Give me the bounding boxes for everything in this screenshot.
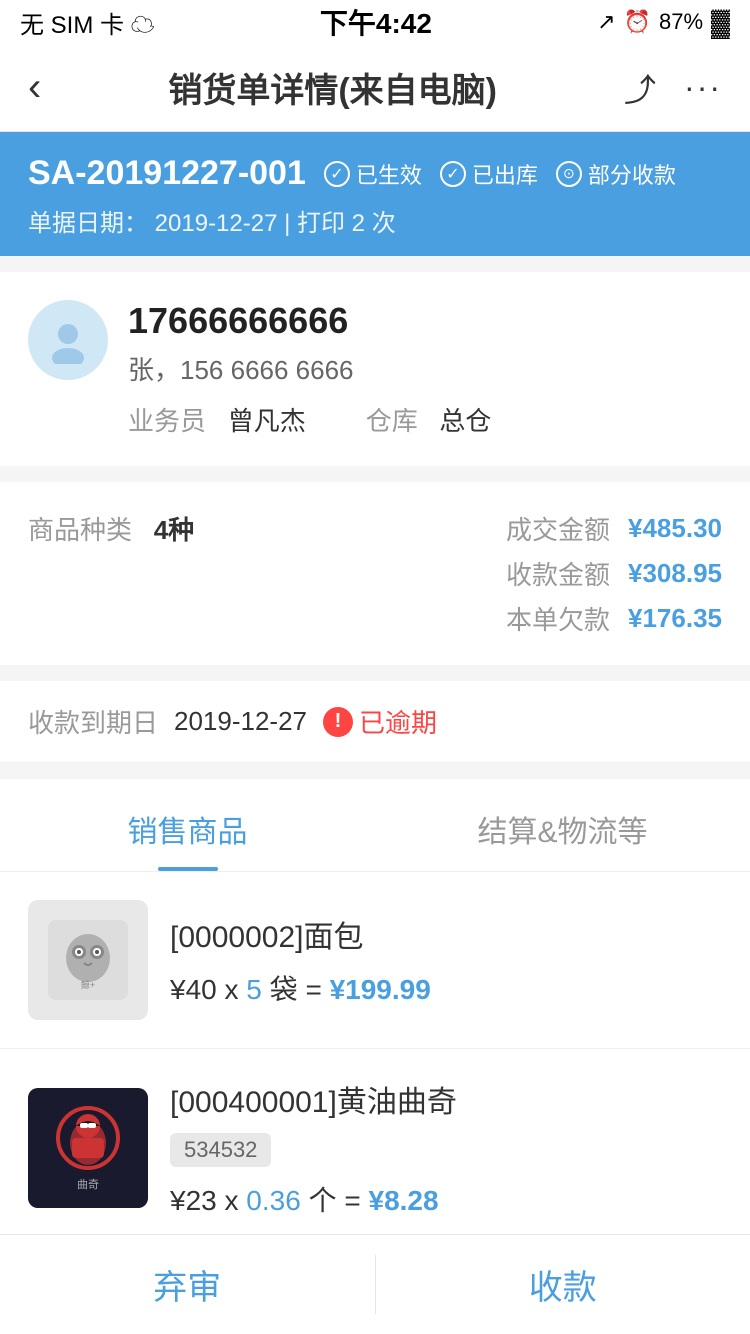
- badge-shipped: ✓ 已出库: [440, 158, 538, 190]
- nav-bar: ‹ 销货单详情(来自电脑) ⤴ ···: [0, 44, 750, 132]
- warehouse-info: 仓库 总仓: [366, 401, 492, 438]
- badge-partial-label: 部分收款: [588, 158, 676, 190]
- battery-text: 87%: [659, 9, 703, 35]
- check-icon-1: ✓: [324, 161, 350, 187]
- product-item-1: 鲸+ [0000002]面包 ¥40 x 5 袋 = ¥199.99: [0, 872, 750, 1049]
- status-time: 下午4:42: [320, 2, 432, 42]
- order-id: SA-20191227-001: [28, 154, 306, 193]
- location-icon: ↗: [597, 9, 615, 35]
- badge-effective: ✓ 已生效: [324, 158, 422, 190]
- salesperson-info: 业务员 曾凡杰: [128, 401, 306, 438]
- warehouse-label: 仓库: [366, 406, 418, 436]
- type-count: 4种: [154, 515, 194, 545]
- tab-sales-products[interactable]: 销售商品: [0, 779, 375, 871]
- product-qty-2: 0.36: [246, 1185, 301, 1216]
- product-info-1: [0000002]面包 ¥40 x 5 袋 = ¥199.99: [170, 912, 722, 1008]
- due-section: 收款到期日 2019-12-27 ! 已逾期: [0, 681, 750, 763]
- product-name-1: [0000002]面包: [170, 912, 722, 956]
- cancel-review-button[interactable]: 弃审: [0, 1235, 375, 1334]
- type-label: 商品种类: [28, 515, 132, 545]
- overdue-text: 已逾期: [359, 703, 437, 740]
- share-icon[interactable]: ⤴: [624, 65, 656, 111]
- badge-shipped-label: 已出库: [472, 158, 538, 190]
- collect-payment-button[interactable]: 收款: [376, 1235, 750, 1334]
- debt-amount-row: 本单欠款 ¥176.35: [506, 600, 722, 637]
- product-batch-2: 534532: [170, 1133, 271, 1167]
- nav-right-actions: ⤴ ···: [624, 65, 722, 111]
- check-icon-2: ✓: [440, 161, 466, 187]
- product-image-1: 鲸+: [48, 920, 128, 1000]
- salesperson-label: 业务员: [128, 406, 206, 436]
- back-button[interactable]: ‹: [28, 65, 41, 110]
- product-unit-price-2: ¥23: [170, 1185, 217, 1216]
- bottom-action-bar: 弃审 收款: [0, 1234, 750, 1334]
- tab-settle-label: 结算&物流等: [477, 816, 647, 849]
- cancel-review-label: 弃审: [153, 1260, 221, 1309]
- svg-text:曲奇: 曲奇: [77, 1178, 99, 1191]
- battery-icon: ▓: [711, 7, 730, 38]
- tab-sales-label: 销售商品: [128, 816, 248, 849]
- deal-amount-value: ¥485.30: [628, 513, 722, 544]
- product-total-1: ¥199.99: [330, 974, 431, 1005]
- product-info-2: [000400001]黄油曲奇 534532 ¥23 x 0.36 个 = ¥8…: [170, 1077, 722, 1219]
- tab-settle-logistics[interactable]: 结算&物流等: [375, 779, 750, 871]
- product-price-1: ¥40 x 5 袋 = ¥199.99: [170, 968, 722, 1008]
- order-date-row: 单据日期： 2019-12-27 | 打印 2 次: [28, 203, 722, 238]
- tabs-row: 销售商品 结算&物流等: [0, 779, 750, 872]
- clock-icon: ⊙: [556, 161, 582, 187]
- order-banner: SA-20191227-001 ✓ 已生效 ✓ 已出库 ⊙ 部分收款 单据日期：…: [0, 132, 750, 256]
- product-thumb-2: 曲奇: [28, 1088, 148, 1208]
- collect-payment-label: 收款: [529, 1260, 597, 1309]
- due-date-value: 2019-12-27: [174, 706, 307, 737]
- product-unit-2: 个: [309, 1185, 337, 1216]
- warehouse-value: 总仓: [439, 406, 491, 436]
- status-bar: 无 SIM 卡 ☁ 下午4:42 ↗ ⏰ 87% ▓: [0, 0, 750, 44]
- product-type-count: 商品种类 4种: [28, 510, 194, 547]
- badge-effective-label: 已生效: [356, 158, 422, 190]
- received-amount-row: 收款金额 ¥308.95: [506, 555, 722, 592]
- status-right: ↗ ⏰ 87% ▓: [597, 7, 730, 38]
- badge-partial: ⊙ 部分收款: [556, 158, 676, 190]
- customer-phone: 17666666666: [128, 300, 722, 342]
- status-left: 无 SIM 卡 ☁: [20, 5, 155, 40]
- product-list: 鲸+ [0000002]面包 ¥40 x 5 袋 = ¥199.99: [0, 872, 750, 1248]
- product-total-2: ¥8.28: [369, 1185, 439, 1216]
- product-name-2: [000400001]黄油曲奇: [170, 1077, 722, 1121]
- received-label: 收款金额: [506, 555, 610, 592]
- print-info: | 打印 2 次: [284, 210, 396, 237]
- product-image-2: 曲奇: [28, 1088, 148, 1208]
- product-unit-price-1: ¥40: [170, 974, 217, 1005]
- deal-amount-row: 成交金额 ¥485.30: [506, 510, 722, 547]
- customer-avatar: [28, 300, 108, 380]
- customer-info: 17666666666 张，156 6666 6666 业务员 曾凡杰 仓库 总…: [128, 300, 722, 438]
- carrier-text: 无 SIM 卡 ☁: [20, 12, 155, 39]
- product-price-2: ¥23 x 0.36 个 = ¥8.28: [170, 1179, 722, 1219]
- salesperson-value: 曾凡杰: [228, 406, 306, 436]
- alarm-icon: ⏰: [624, 9, 651, 35]
- product-qty-1: 5: [246, 974, 262, 1005]
- debt-value: ¥176.35: [628, 603, 722, 634]
- date-label: 单据日期：: [28, 210, 148, 237]
- overdue-icon: !: [323, 707, 353, 737]
- avatar-icon: [44, 316, 92, 364]
- order-date: 2019-12-27: [155, 210, 278, 237]
- deal-amount-label: 成交金额: [506, 510, 610, 547]
- product-thumb-1: 鲸+: [28, 900, 148, 1020]
- page-title: 销货单详情(来自电脑): [168, 63, 497, 112]
- tabs-section: 销售商品 结算&物流等: [0, 779, 750, 872]
- stats-section: 商品种类 4种 成交金额 ¥485.30 收款金额 ¥308.95 本单欠款 ¥…: [0, 482, 750, 665]
- product-unit-1: 袋: [270, 974, 298, 1005]
- customer-name: 张，156 6666 6666: [128, 350, 722, 387]
- received-value: ¥308.95: [628, 558, 722, 589]
- more-icon[interactable]: ···: [684, 69, 722, 106]
- customer-section: 17666666666 张，156 6666 6666 业务员 曾凡杰 仓库 总…: [0, 272, 750, 466]
- customer-meta: 业务员 曾凡杰 仓库 总仓: [128, 401, 722, 438]
- product-item-2: 曲奇 [000400001]黄油曲奇 534532 ¥23 x 0.36 个 =…: [0, 1049, 750, 1248]
- svg-text:鲸+: 鲸+: [81, 979, 95, 990]
- due-date-label: 收款到期日: [28, 703, 158, 740]
- overdue-badge: ! 已逾期: [323, 703, 437, 740]
- debt-label: 本单欠款: [506, 600, 610, 637]
- amount-stats: 成交金额 ¥485.30 收款金额 ¥308.95 本单欠款 ¥176.35: [506, 510, 722, 637]
